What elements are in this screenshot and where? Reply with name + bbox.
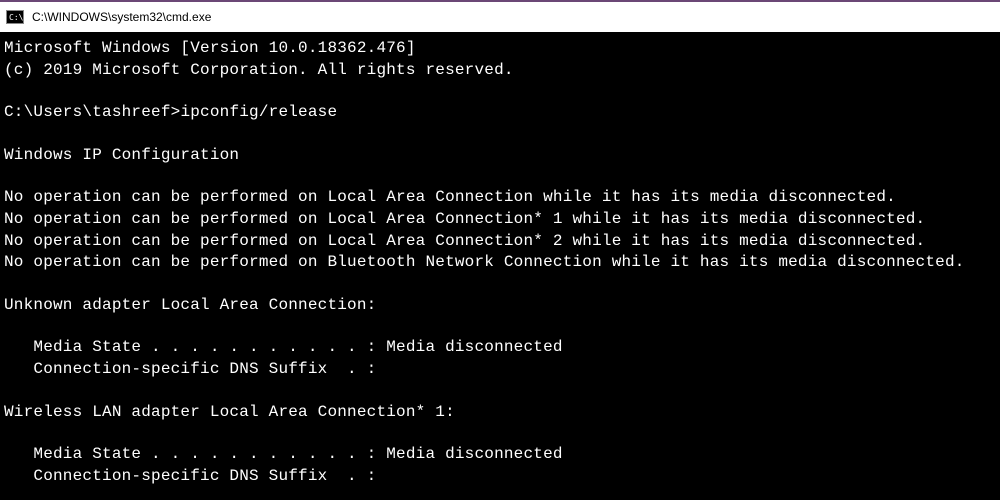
section-header: Windows IP Configuration [4,145,996,167]
terminal-output[interactable]: Microsoft Windows [Version 10.0.18362.47… [0,32,1000,493]
blank-line [4,381,996,402]
output-message: No operation can be performed on Local A… [4,187,996,209]
adapter-media-state: Media State . . . . . . . . . . . : Medi… [4,337,996,359]
blank-line [4,274,996,295]
adapter-dns-suffix: Connection-specific DNS Suffix . : [4,359,996,381]
blank-line [4,81,996,102]
blank-line [4,124,996,145]
output-message: No operation can be performed on Bluetoo… [4,252,996,274]
prompt-line: C:\Users\tashreef>ipconfig/release [4,102,996,124]
adapter-header: Unknown adapter Local Area Connection: [4,295,996,317]
blank-line [4,166,996,187]
output-message: No operation can be performed on Local A… [4,231,996,253]
prompt: C:\Users\tashreef> [4,103,180,121]
cmd-icon: C:\. [6,10,24,24]
banner-line: (c) 2019 Microsoft Corporation. All righ… [4,60,996,82]
command-text: ipconfig/release [180,103,337,121]
adapter-header: Wireless LAN adapter Local Area Connecti… [4,402,996,424]
banner-line: Microsoft Windows [Version 10.0.18362.47… [4,38,996,60]
window-title: C:\WINDOWS\system32\cmd.exe [32,10,211,24]
adapter-dns-suffix: Connection-specific DNS Suffix . : [4,466,996,488]
output-message: No operation can be performed on Local A… [4,209,996,231]
window-titlebar[interactable]: C:\. C:\WINDOWS\system32\cmd.exe [0,2,1000,32]
blank-line [4,316,996,337]
blank-line [4,423,996,444]
adapter-media-state: Media State . . . . . . . . . . . : Medi… [4,444,996,466]
